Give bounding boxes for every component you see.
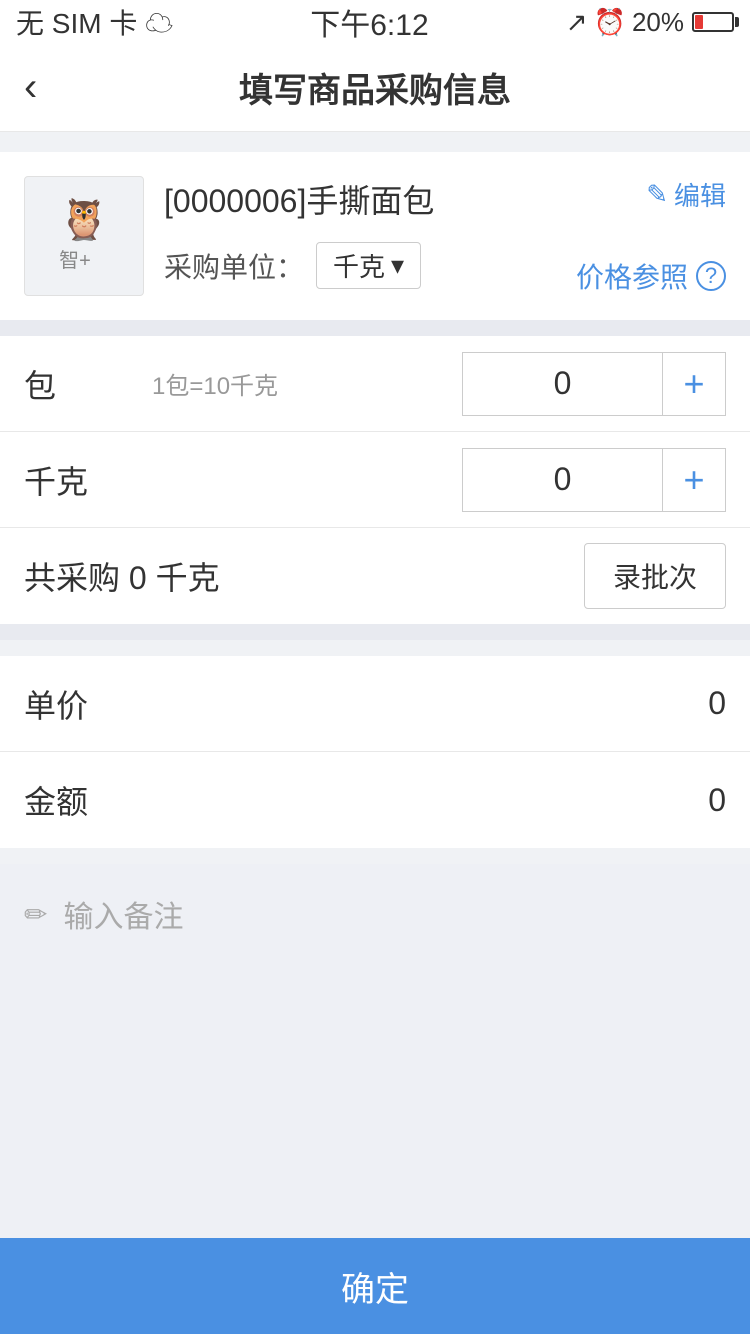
status-time: 下午6:12 — [310, 0, 428, 44]
product-name: [0000006]手撕面包 — [164, 176, 726, 222]
price-section: 单价 0 金额 0 — [0, 656, 750, 848]
product-image: 🦉 智+ — [24, 176, 144, 296]
battery-percent: 20% — [632, 7, 684, 38]
product-card: 🦉 智+ [0000006]手撕面包 采购单位： 千克 ▾ ✎ 编辑 价格参照 … — [0, 152, 750, 320]
section-divider-2 — [0, 624, 750, 640]
summary-text: 共采购 0 千克 — [24, 553, 220, 599]
bag-label: 包 — [24, 361, 144, 407]
edit-label: 编辑 — [674, 176, 726, 213]
unit-label: 采购单位： — [164, 246, 304, 286]
unit-value: 千克 — [333, 247, 385, 284]
summary-qty: 0 — [129, 560, 147, 596]
status-bar: 无 SIM 卡 ☁ 下午6:12 ↗ ⏰ 20% — [0, 0, 750, 44]
kg-input-row: 千克 + — [0, 432, 750, 528]
input-section: 包 1包=10千克 + 千克 + — [0, 336, 750, 528]
bag-plus-button[interactable]: + — [662, 352, 726, 416]
amount-row: 金额 0 — [0, 752, 750, 848]
pencil-icon: ✏ — [24, 898, 47, 931]
product-logo-text: 智+ — [59, 244, 109, 273]
unit-price-value: 0 — [708, 685, 726, 722]
amount-value: 0 — [708, 782, 726, 819]
price-ref-button[interactable]: 价格参照 ? — [576, 256, 726, 296]
summary-unit: 千克 — [156, 560, 220, 596]
battery-icon — [692, 12, 734, 32]
amount-label: 金额 — [24, 777, 88, 823]
status-left: 无 SIM 卡 ☁ — [16, 2, 173, 42]
content-area — [0, 964, 750, 1284]
confirm-button[interactable]: 确定 — [0, 1238, 750, 1334]
note-placeholder: 输入备注 — [63, 892, 183, 936]
bag-input-row: 包 1包=10千克 + — [0, 336, 750, 432]
sim-status: 无 SIM 卡 ☁ — [16, 2, 173, 42]
help-icon: ? — [696, 261, 726, 291]
bag-quantity-input[interactable] — [462, 352, 662, 416]
edit-button[interactable]: ✎ 编辑 — [646, 176, 726, 213]
unit-price-row: 单价 0 — [0, 656, 750, 752]
nav-bar: ‹ 填写商品采购信息 — [0, 44, 750, 132]
price-ref-label: 价格参照 — [576, 256, 688, 296]
page-title: 填写商品采购信息 — [239, 63, 511, 112]
unit-price-label: 单价 — [24, 681, 88, 727]
alarm-icon: ⏰ — [594, 7, 626, 38]
kg-input-right: + — [462, 448, 726, 512]
location-icon: ↗ — [566, 7, 588, 38]
edit-icon: ✎ — [646, 179, 668, 210]
kg-plus-button[interactable]: + — [662, 448, 726, 512]
summary-row: 共采购 0 千克 录批次 — [0, 528, 750, 624]
bag-sub-label: 1包=10千克 — [152, 366, 278, 401]
section-divider-1 — [0, 320, 750, 336]
record-batch-button[interactable]: 录批次 — [584, 543, 726, 609]
bag-input-right: + — [462, 352, 726, 416]
summary-label: 共采购 — [24, 560, 120, 596]
dropdown-arrow: ▾ — [391, 250, 404, 281]
note-section[interactable]: ✏ 输入备注 — [0, 864, 750, 964]
product-logo: 🦉 — [59, 200, 109, 240]
kg-quantity-input[interactable] — [462, 448, 662, 512]
back-button[interactable]: ‹ — [24, 65, 37, 110]
unit-dropdown[interactable]: 千克 ▾ — [316, 242, 421, 289]
status-right: ↗ ⏰ 20% — [566, 7, 734, 38]
confirm-button-label: 确定 — [341, 1262, 409, 1311]
kg-label: 千克 — [24, 457, 144, 503]
